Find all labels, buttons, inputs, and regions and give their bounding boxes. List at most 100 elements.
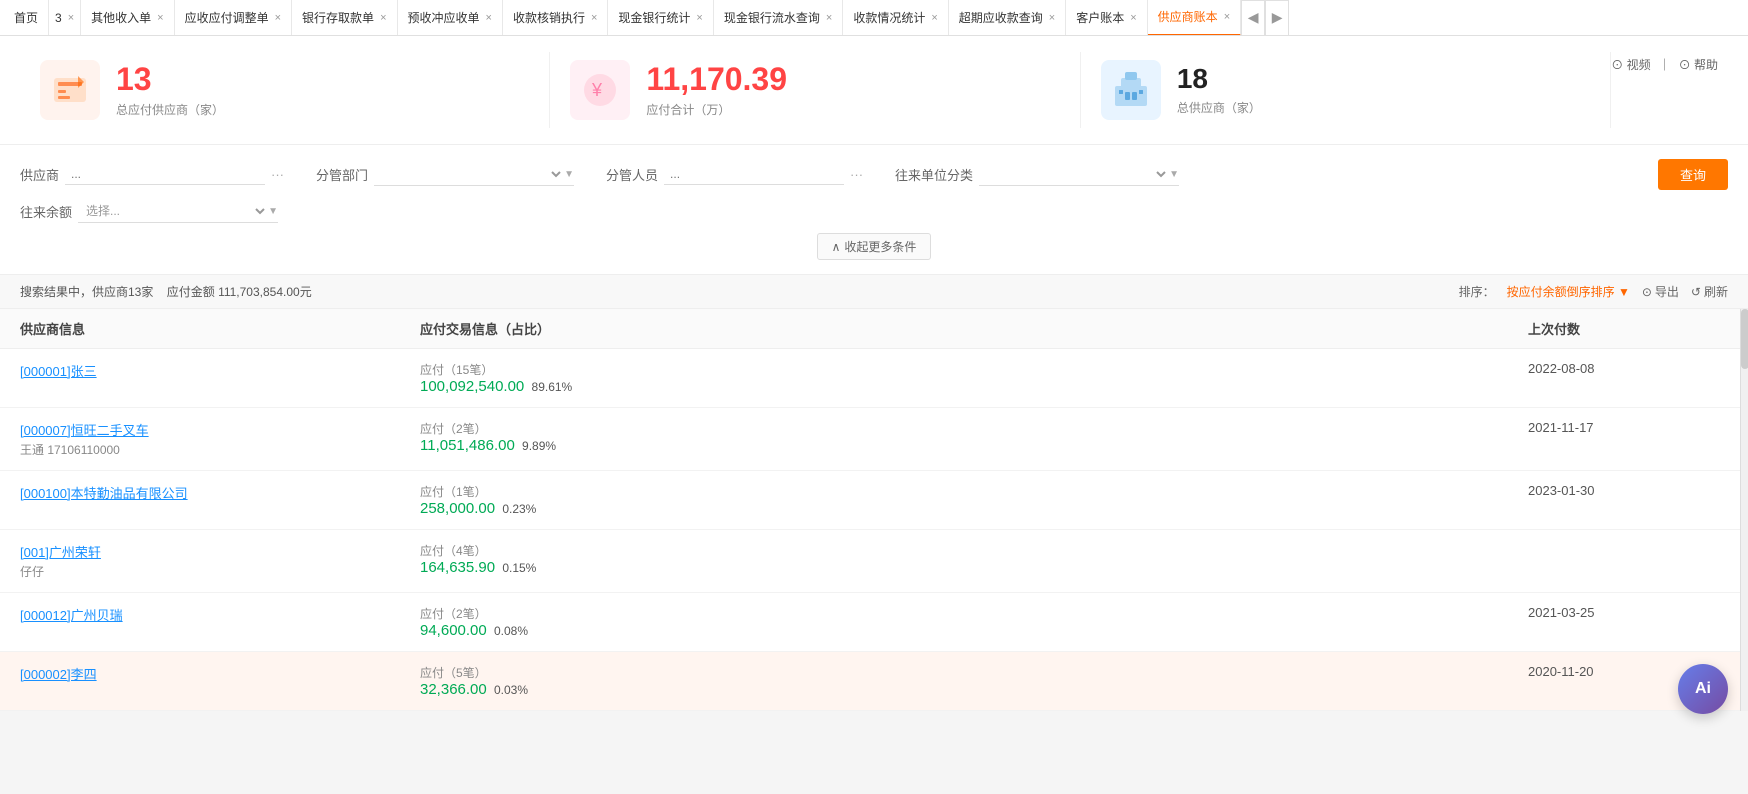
person-more-icon[interactable]: ···: [850, 167, 863, 182]
tx-amount-link-5[interactable]: 32,366.00: [420, 681, 487, 698]
close-icon[interactable]: ×: [486, 12, 492, 24]
sort-chevron-icon: ▼: [1618, 285, 1630, 299]
scrollbar-thumb[interactable]: [1741, 309, 1748, 369]
last-pay-date-5: 2020-11-20: [1528, 664, 1594, 679]
nav-tab-bank-deposit[interactable]: 银行存取款单 ×: [292, 0, 397, 36]
scrollbar-track[interactable]: [1740, 309, 1748, 711]
top-navigation: 首页 3 × 其他收入单 × 应收应付调整单 × 银行存取款单 × 预收冲应收单…: [0, 0, 1748, 36]
nav-tab-adjust-label: 应收应付调整单: [185, 9, 269, 26]
refresh-icon: ↺: [1691, 285, 1701, 299]
tx-percent-5: 0.03%: [494, 683, 528, 697]
total-suppliers-count: 18: [1177, 64, 1261, 95]
payable-total-info: 11,170.39 应付合计（万）: [646, 62, 787, 118]
svg-text:¥: ¥: [591, 80, 603, 100]
supplier-link-5[interactable]: [000002]李四: [20, 667, 97, 682]
tx-amount-link-4[interactable]: 94,600.00: [420, 622, 487, 639]
nav-tab-adjust[interactable]: 应收应付调整单 ×: [175, 0, 292, 36]
supplier-link-0[interactable]: [000001]张三: [20, 364, 97, 379]
nav-tab-advance-collect[interactable]: 预收冲应收单 ×: [398, 0, 503, 36]
right-actions: 排序： 按应付余额倒序排序 ▼ ⊙ 导出 ↺ 刷新: [1459, 283, 1728, 300]
nav-prev-arrow[interactable]: ◀: [1241, 0, 1265, 36]
payable-total-icon: ¥: [570, 60, 630, 120]
ai-assistant-button[interactable]: Ai: [1678, 664, 1728, 714]
supplier-filter-input[interactable]: [65, 164, 265, 185]
nav-tab-collect-exec[interactable]: 收款核销执行 ×: [503, 0, 608, 36]
total-suppliers-info: 18 总供应商（家）: [1177, 64, 1261, 116]
nav-next-arrow[interactable]: ▶: [1265, 0, 1289, 36]
tx-percent-3: 0.15%: [502, 561, 536, 575]
collapse-button[interactable]: ∧ 收起更多条件: [817, 233, 932, 260]
tx-label-0: 应付（15笔）: [420, 361, 1528, 378]
query-button[interactable]: 查询: [1658, 159, 1728, 190]
row-transaction-5: 应付（5笔） 32,366.00 0.03%: [420, 664, 1528, 698]
table-row: [001]广州荣轩 仔仔 应付（4笔） 164,635.90 0.15%: [0, 530, 1748, 593]
nav-tab-home[interactable]: 首页: [4, 0, 49, 36]
close-icon[interactable]: ×: [1049, 12, 1055, 24]
row-supplier-5: [000002]李四: [20, 664, 420, 683]
tx-amount-link-2[interactable]: 258,000.00: [420, 500, 495, 517]
close-icon[interactable]: ×: [591, 12, 597, 24]
close-icon[interactable]: ×: [157, 12, 163, 24]
row-supplier-4: [000012]广州贝瑞: [20, 605, 420, 624]
summary-card-total-suppliers: 18 总供应商（家）: [1081, 52, 1611, 128]
tx-label-1: 应付（2笔）: [420, 420, 1528, 437]
nav-tab-collect-stat[interactable]: 收款情况统计 ×: [843, 0, 948, 36]
close-icon[interactable]: ×: [826, 12, 832, 24]
filter-row-1: 供应商 ··· 分管部门 ▼ 分管人员 ··· 往来单位分类: [20, 159, 1728, 190]
close-icon[interactable]: ×: [1130, 12, 1136, 24]
supplier-link-1[interactable]: [000007]恒旺二手叉车: [20, 423, 149, 438]
dept-select[interactable]: [374, 163, 564, 185]
table-row: [000007]恒旺二手叉车 王通 17106110000 应付（2笔） 11,…: [0, 408, 1748, 471]
supplier-link-3[interactable]: [001]广州荣轩: [20, 545, 101, 560]
sort-value[interactable]: 按应付余额倒序排序 ▼: [1507, 283, 1630, 300]
row-lastpay-0: 2022-08-08: [1528, 361, 1728, 376]
nav-tab-collect-stat-label: 收款情况统计: [853, 9, 925, 26]
supplier-link-4[interactable]: [000012]广州贝瑞: [20, 608, 123, 623]
nav-tab-supplier-ledger[interactable]: 供应商账本 ×: [1148, 0, 1241, 36]
close-icon[interactable]: ×: [68, 12, 74, 24]
category-select[interactable]: [979, 163, 1169, 185]
filter-supplier: 供应商 ···: [20, 164, 284, 185]
filter-balance: 往来余额 选择... ▼: [20, 200, 278, 223]
header-supplier: 供应商信息: [20, 319, 420, 338]
table-row: [000012]广州贝瑞 应付（2笔） 94,600.00 0.08% 2021…: [0, 593, 1748, 652]
filter-person: 分管人员 ···: [606, 164, 863, 185]
nav-tab-overdue-query[interactable]: 超期应收款查询 ×: [949, 0, 1066, 36]
close-icon[interactable]: ×: [931, 12, 937, 24]
last-pay-date-1: 2021-11-17: [1528, 420, 1594, 435]
close-icon[interactable]: ×: [275, 12, 281, 24]
data-table: 供应商信息 应付交易信息（占比） 上次付数 [000001]张三 应付（15笔）…: [0, 309, 1748, 711]
result-prefix: 搜索结果中，供应商13家: [20, 285, 153, 299]
header-transaction: 应付交易信息（占比）: [420, 319, 1528, 338]
person-filter-input[interactable]: [664, 164, 844, 185]
payable-suppliers-count: 13: [116, 62, 224, 97]
export-button[interactable]: ⊙ 导出: [1642, 283, 1679, 300]
nav-tab-cash-bank-flow[interactable]: 现金银行流水查询 ×: [714, 0, 843, 36]
nav-tab-customer-ledger[interactable]: 客户账本 ×: [1066, 0, 1147, 36]
tx-amount-link-1[interactable]: 11,051,486.00: [420, 437, 515, 454]
close-icon[interactable]: ×: [380, 12, 386, 24]
nav-tab-3[interactable]: 3 ×: [49, 0, 81, 36]
tx-amount-link-0[interactable]: 100,092,540.00: [420, 378, 524, 395]
nav-tab-supplier-ledger-label: 供应商账本: [1158, 8, 1218, 25]
nav-tab-cash-bank-stat[interactable]: 现金银行统计 ×: [608, 0, 713, 36]
supplier-more-icon[interactable]: ···: [271, 167, 284, 182]
supplier-payable-info: 13 总应付供应商（家）: [116, 62, 224, 118]
tx-amount-link-3[interactable]: 164,635.90: [420, 559, 495, 576]
export-icon: ⊙: [1642, 285, 1652, 299]
video-link[interactable]: ⊙ 视频: [1611, 56, 1650, 73]
person-filter-label: 分管人员: [606, 165, 658, 184]
table-row: [000001]张三 应付（15笔） 100,092,540.00 89.61%…: [0, 349, 1748, 408]
refresh-button[interactable]: ↺ 刷新: [1691, 283, 1728, 300]
nav-tab-other-income[interactable]: 其他收入单 ×: [81, 0, 174, 36]
balance-select[interactable]: 选择...: [78, 200, 268, 222]
close-icon[interactable]: ×: [1224, 11, 1230, 23]
category-filter-label: 往来单位分类: [895, 165, 973, 184]
help-link[interactable]: ⊙ 帮助: [1679, 56, 1718, 73]
close-icon[interactable]: ×: [696, 12, 702, 24]
supplier-filter-label: 供应商: [20, 165, 59, 184]
nav-tab-collect-exec-label: 收款核销执行: [513, 9, 585, 26]
row-lastpay-1: 2021-11-17: [1528, 420, 1728, 435]
balance-filter-label: 往来余额: [20, 202, 72, 221]
supplier-link-2[interactable]: [000100]本特勤油品有限公司: [20, 486, 188, 501]
